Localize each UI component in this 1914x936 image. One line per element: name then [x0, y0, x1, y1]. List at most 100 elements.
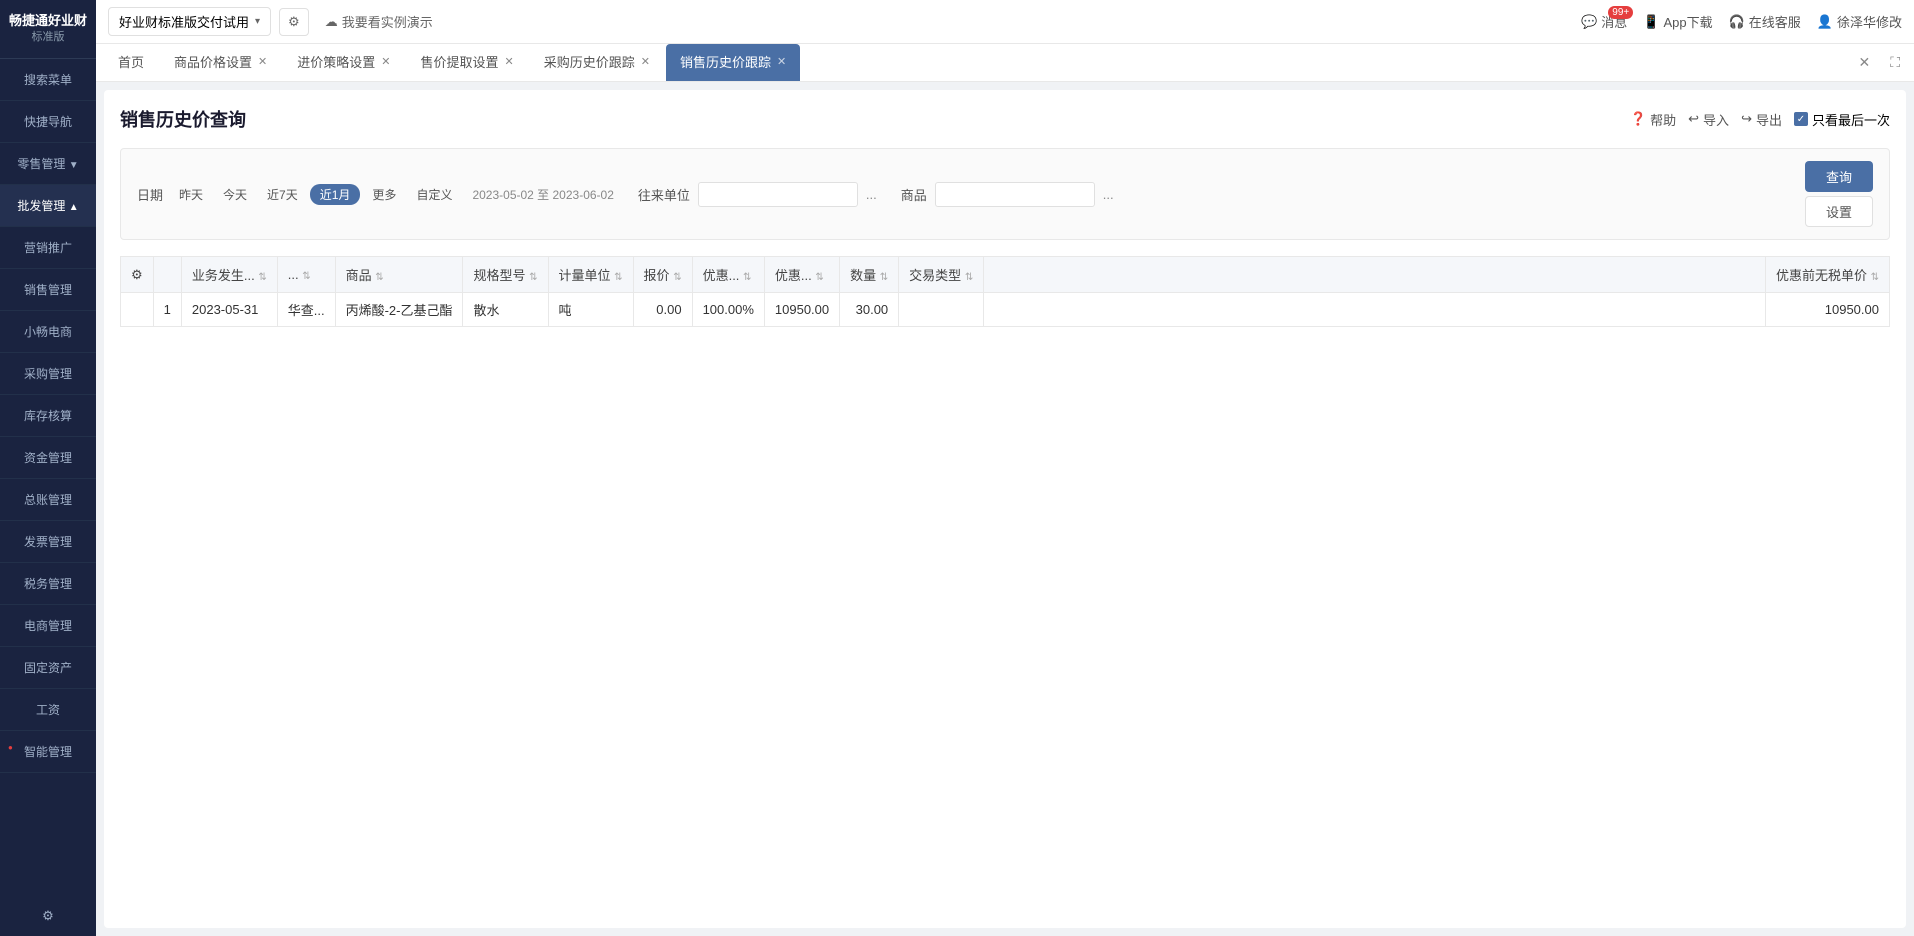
col-spec[interactable]: 规格型号 ⇅ [463, 257, 548, 293]
sidebar-item-label: 库存核算 [8, 407, 88, 424]
cloud-icon: ☁ [325, 14, 338, 30]
sidebar-item-wholesale-mgmt[interactable]: 批发管理 ▲ [0, 185, 96, 227]
import-button[interactable]: ↩ 导入 [1688, 110, 1729, 129]
import-label: 导入 [1703, 110, 1729, 129]
maximize-window-button[interactable]: ⛶ [1884, 50, 1906, 75]
sidebar-item-label: 固定资产 [8, 659, 88, 676]
sidebar-item-inventory[interactable]: 库存核算 [0, 395, 96, 437]
product-label: 商品 [901, 185, 927, 204]
tab-product-price-close[interactable]: ✕ [258, 55, 267, 68]
date-btn-1month[interactable]: 近1月 [310, 184, 361, 205]
only-last-checkbox[interactable]: ✓ 只看最后一次 [1794, 110, 1890, 129]
help-button[interactable]: ❓ 帮助 [1630, 110, 1676, 129]
sort-icon: ⇅ [1871, 272, 1879, 283]
sidebar: 畅捷通好业财 标准版 搜索菜单 快捷导航 零售管理 ▼ 批发管理 ▲ 营销推广 … [0, 0, 96, 936]
product-lookup-button[interactable]: ... [1103, 187, 1114, 202]
col-trade-type[interactable]: 交易类型 ⇅ [899, 257, 984, 293]
sidebar-item-label: 总账管理 [8, 491, 88, 508]
tab-purchase-strategy-close[interactable]: ✕ [381, 55, 390, 68]
gear-icon: ⚙ [288, 14, 300, 29]
sidebar-item-tax-mgmt[interactable]: 税务管理 [0, 563, 96, 605]
table-row[interactable]: 1 2023-05-31 华查... 丙烯酸-2-乙基己酯 散水 吨 0.00 … [121, 293, 1890, 327]
sidebar-settings-button[interactable]: ⚙ [0, 896, 96, 936]
query-button[interactable]: 查询 [1805, 161, 1873, 192]
demo-button[interactable]: ☁ 我要看实例演示 [325, 12, 433, 31]
product-input[interactable] [935, 182, 1095, 207]
col-discount1-label: 优惠... [703, 268, 740, 283]
tab-sales-history-close[interactable]: ✕ [777, 55, 786, 68]
sidebar-item-label: 营销推广 [8, 239, 88, 256]
tab-sales-history[interactable]: 销售历史价跟踪 ✕ [666, 44, 800, 81]
col-pretax-price[interactable]: 优惠前无税单价 ⇅ [1765, 257, 1889, 293]
date-filter-group: 日期 昨天 今天 近7天 近1月 更多 自定义 2023-05-02 至 202… [137, 184, 614, 205]
sidebar-item-sales-mgmt[interactable]: 销售管理 [0, 269, 96, 311]
cell-quantity: 30.00 [840, 293, 899, 327]
sidebar-item-ecommerce-mgmt[interactable]: 电商管理 [0, 605, 96, 647]
workspace-settings-button[interactable]: ⚙ [279, 8, 309, 36]
col-discount1[interactable]: 优惠... ⇅ [692, 257, 764, 293]
date-btn-7days[interactable]: 近7天 [259, 184, 306, 205]
sidebar-item-funds-mgmt[interactable]: 资金管理 [0, 437, 96, 479]
date-btn-yesterday[interactable]: 昨天 [171, 184, 211, 205]
setting-button[interactable]: 设置 [1805, 196, 1873, 227]
sidebar-item-label: 快捷导航 [8, 113, 88, 130]
cell-discount2: 10950.00 [764, 293, 839, 327]
close-window-button[interactable]: ✕ [1852, 50, 1876, 75]
sidebar-item-fixed-assets[interactable]: 固定资产 [0, 647, 96, 689]
export-label: 导出 [1756, 110, 1782, 129]
tab-purchase-history[interactable]: 采购历史价跟踪 ✕ [530, 44, 664, 81]
sidebar-item-quick-nav[interactable]: 快捷导航 [0, 101, 96, 143]
col-quantity[interactable]: 数量 ⇅ [840, 257, 899, 293]
sidebar-item-label: 发票管理 [8, 533, 88, 550]
date-btn-today[interactable]: 今天 [215, 184, 255, 205]
col-dots[interactable]: ... ⇅ [277, 257, 335, 293]
sidebar-item-label: 税务管理 [8, 575, 88, 592]
sidebar-item-ec[interactable]: 小畅电商 [0, 311, 96, 353]
help-label: 帮助 [1650, 110, 1676, 129]
sidebar-item-invoice-mgmt[interactable]: 发票管理 [0, 521, 96, 563]
sidebar-item-search-menu[interactable]: 搜索菜单 [0, 59, 96, 101]
col-product[interactable]: 商品 ⇅ [335, 257, 463, 293]
partner-input[interactable] [698, 182, 858, 207]
cell-date: 2023-05-31 [181, 293, 277, 327]
col-date[interactable]: 业务发生... ⇅ [181, 257, 277, 293]
export-button[interactable]: ↪ 导出 [1741, 110, 1782, 129]
message-button[interactable]: 💬 消息 99+ [1581, 12, 1627, 31]
workspace-selector[interactable]: 好业财标准版交付试用 ▾ [108, 7, 271, 36]
page-header: 销售历史价查询 ❓ 帮助 ↩ 导入 ↪ 导出 ✓ 只看最后一次 [120, 106, 1890, 132]
cell-spec: 散水 [463, 293, 548, 327]
col-price[interactable]: 报价 ⇅ [633, 257, 692, 293]
app-download-button[interactable]: 📱 App下载 [1643, 12, 1712, 31]
sidebar-item-label: 采购管理 [8, 365, 88, 382]
col-discount2[interactable]: 优惠... ⇅ [764, 257, 839, 293]
tab-price-extract[interactable]: 售价提取设置 ✕ [406, 44, 527, 81]
cell-trade-type [899, 293, 984, 327]
sidebar-item-general-ledger[interactable]: 总账管理 [0, 479, 96, 521]
col-unit[interactable]: 计量单位 ⇅ [548, 257, 633, 293]
tab-price-extract-close[interactable]: ✕ [505, 55, 514, 68]
sidebar-item-marketing[interactable]: 营销推广 [0, 227, 96, 269]
sidebar-item-purchase-mgmt[interactable]: 采购管理 [0, 353, 96, 395]
sidebar-item-salary[interactable]: 工资 [0, 689, 96, 731]
date-btn-custom[interactable]: 自定义 [408, 184, 460, 205]
tab-product-price[interactable]: 商品价格设置 ✕ [160, 44, 281, 81]
tab-home-label: 首页 [118, 52, 144, 71]
col-product-label: 商品 [346, 268, 372, 283]
online-service-button[interactable]: 🎧 在线客服 [1729, 12, 1801, 31]
user-label: 徐泽华修改 [1837, 12, 1902, 31]
sort-icon: ⇅ [673, 272, 681, 283]
user-menu-button[interactable]: 👤 徐泽华修改 [1817, 12, 1902, 31]
tab-purchase-strategy[interactable]: 进价策略设置 ✕ [283, 44, 404, 81]
sidebar-item-label: 资金管理 [8, 449, 88, 466]
col-gear[interactable]: ⚙ [121, 257, 154, 293]
app-download-label: App下载 [1663, 12, 1712, 31]
sidebar-item-smart-mgmt[interactable]: 智能管理 [0, 731, 96, 773]
date-btn-more[interactable]: 更多 [364, 184, 404, 205]
col-quantity-label: 数量 [850, 268, 876, 283]
partner-lookup-button[interactable]: ... [866, 187, 877, 202]
sidebar-item-retail-mgmt[interactable]: 零售管理 ▼ [0, 143, 96, 185]
tab-home[interactable]: 首页 [104, 44, 158, 81]
col-discount2-label: 优惠... [775, 268, 812, 283]
tab-purchase-history-close[interactable]: ✕ [641, 55, 650, 68]
sort-icon: ⇅ [375, 272, 383, 283]
